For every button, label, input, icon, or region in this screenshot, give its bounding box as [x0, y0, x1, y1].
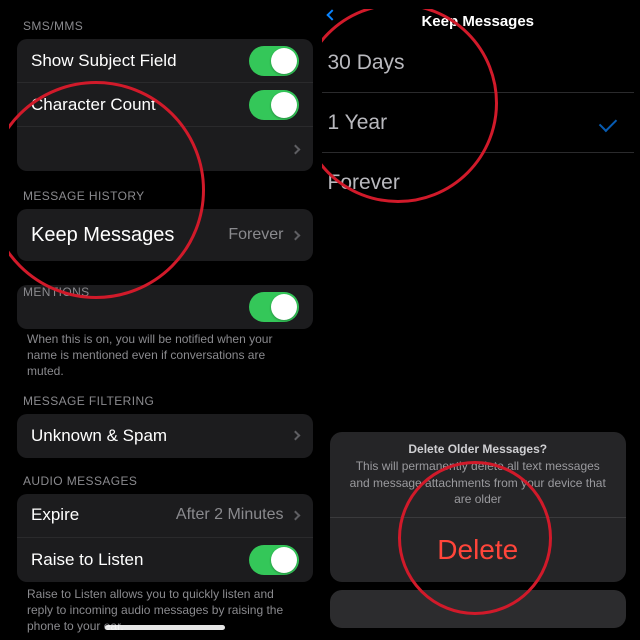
option-label: 30 Days: [328, 51, 405, 75]
option-forever[interactable]: Forever: [322, 153, 635, 213]
chevron-right-icon: [290, 230, 300, 240]
sheet-message: This will permanently delete all text me…: [330, 458, 627, 517]
mentions-group: [17, 285, 313, 329]
sheet-title: Delete Older Messages?: [330, 432, 627, 458]
option-label: Forever: [328, 171, 400, 195]
character-count-row[interactable]: Character Count: [17, 83, 313, 127]
character-count-toggle[interactable]: [249, 90, 299, 120]
keep-messages-value: Forever: [228, 226, 283, 244]
mentions-footer: When this is on, you will be notified wh…: [9, 331, 321, 392]
chevron-right-icon: [290, 144, 300, 154]
section-message-history: MESSAGE HISTORY: [9, 179, 321, 207]
keep-messages-row[interactable]: Keep Messages Forever: [17, 209, 313, 261]
mentions-toggle[interactable]: [249, 292, 299, 322]
blocked-row[interactable]: [17, 127, 313, 171]
keep-messages-screen: Keep Messages 30 Days 1 Year Forever Del…: [322, 9, 635, 634]
option-label: 1 Year: [328, 111, 388, 135]
raise-to-listen-row[interactable]: Raise to Listen: [17, 538, 313, 582]
chevron-right-icon: [290, 510, 300, 520]
chevron-right-icon: [290, 431, 300, 441]
expire-value: After 2 Minutes: [176, 506, 284, 524]
expire-label: Expire: [31, 505, 79, 525]
option-1-year[interactable]: 1 Year: [322, 93, 635, 153]
audio-group: Expire After 2 Minutes Raise to Listen: [17, 494, 313, 582]
nav-bar: Keep Messages: [322, 9, 635, 33]
show-subject-field-row[interactable]: Show Subject Field: [17, 39, 313, 83]
character-count-label: Character Count: [31, 95, 156, 115]
home-indicator: [105, 625, 225, 630]
cancel-button[interactable]: [330, 590, 627, 628]
message-history-group: Keep Messages Forever: [17, 209, 313, 261]
messages-settings-screen: SMS/MMS Show Subject Field Character Cou…: [9, 9, 322, 634]
show-subject-toggle[interactable]: [249, 46, 299, 76]
section-sms-mms: SMS/MMS: [9, 9, 321, 37]
action-sheet: Delete Older Messages? This will permane…: [330, 432, 627, 628]
delete-button[interactable]: Delete: [330, 517, 627, 582]
back-button[interactable]: [328, 11, 340, 19]
filtering-group: Unknown & Spam: [17, 414, 313, 458]
action-sheet-card: Delete Older Messages? This will permane…: [330, 432, 627, 582]
chevron-left-icon: [326, 9, 337, 20]
unknown-spam-label: Unknown & Spam: [31, 426, 167, 446]
raise-to-listen-toggle[interactable]: [249, 545, 299, 575]
keep-messages-label: Keep Messages: [31, 224, 174, 247]
mentions-toggle-row[interactable]: [17, 285, 313, 329]
show-subject-label: Show Subject Field: [31, 51, 177, 71]
sms-mms-group: Show Subject Field Character Count: [17, 39, 313, 171]
section-message-filtering: MESSAGE FILTERING: [9, 392, 321, 412]
option-30-days[interactable]: 30 Days: [322, 33, 635, 93]
checkmark-icon: [599, 113, 617, 131]
raise-to-listen-label: Raise to Listen: [31, 550, 143, 570]
expire-row[interactable]: Expire After 2 Minutes: [17, 494, 313, 538]
unknown-spam-row[interactable]: Unknown & Spam: [17, 414, 313, 458]
section-audio-messages: AUDIO MESSAGES: [9, 472, 321, 492]
nav-title: Keep Messages: [421, 13, 534, 30]
